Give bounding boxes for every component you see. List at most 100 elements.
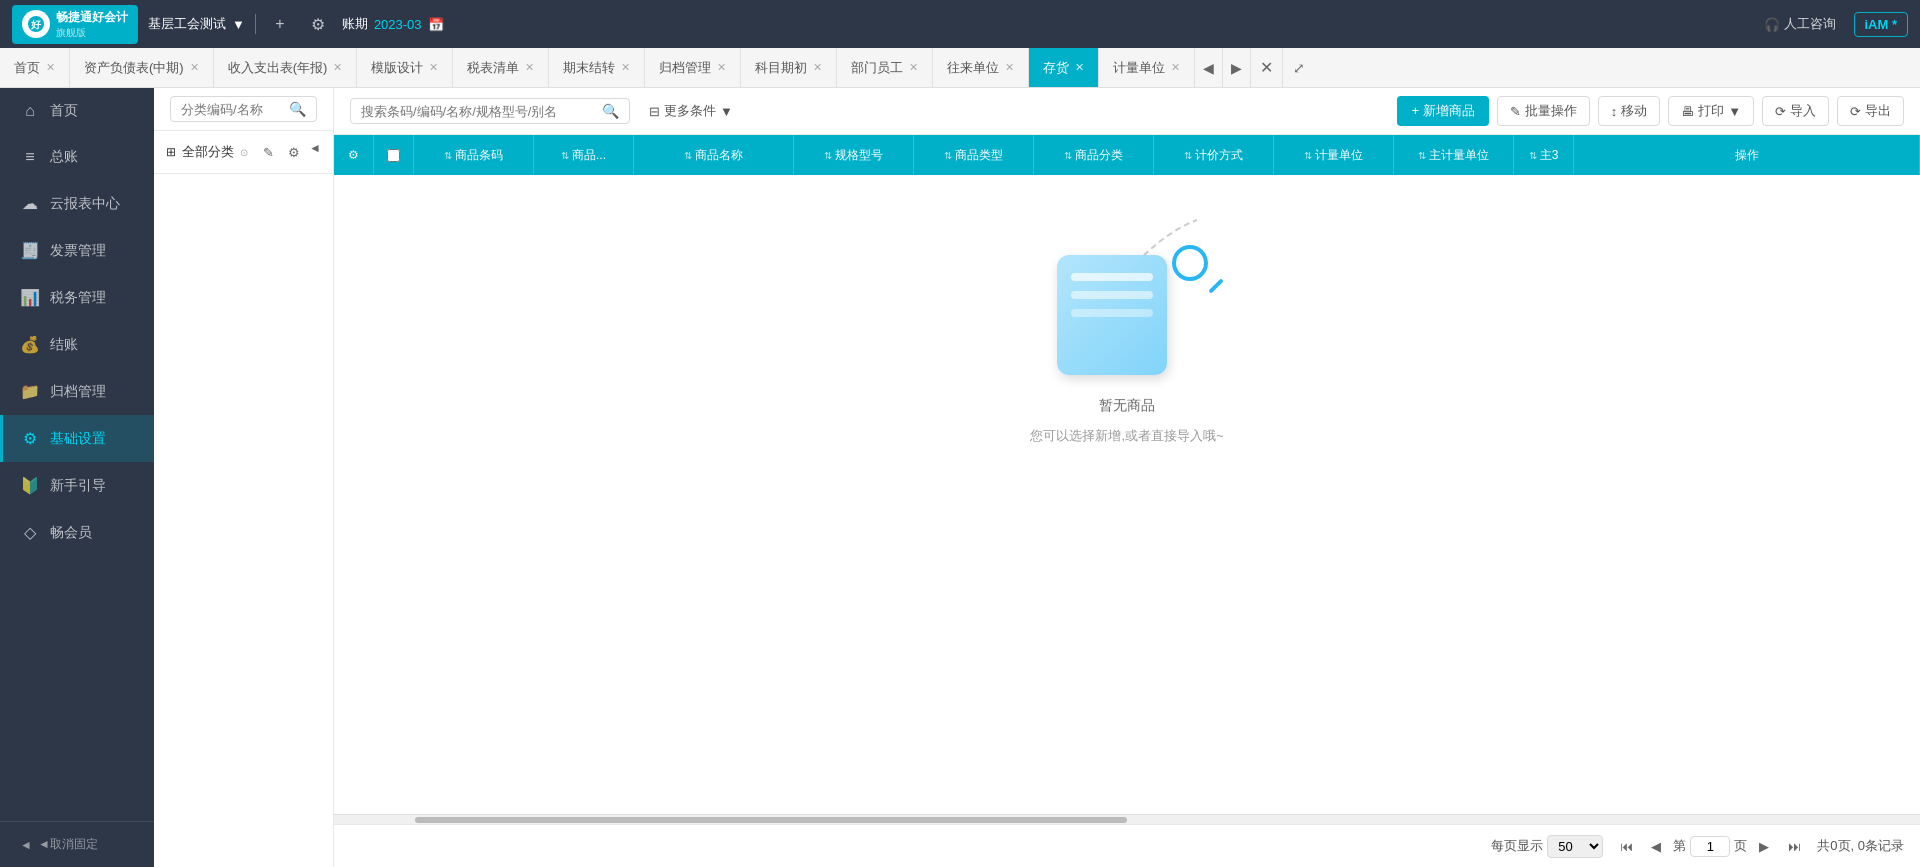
th-type[interactable]: ⇅ 商品类型 — [914, 135, 1034, 175]
product-search-box[interactable]: 🔍 — [350, 98, 630, 124]
sidebar-label-home: 首页 — [50, 102, 78, 120]
table-scrollbar[interactable] — [334, 814, 1920, 824]
tab-home[interactable]: 首页 ✕ — [0, 48, 70, 88]
product-search-icon[interactable]: 🔍 — [602, 103, 619, 119]
filter-btn[interactable]: ⊟ 更多条件 ▼ — [638, 97, 744, 125]
tab-archive[interactable]: 归档管理 ✕ — [645, 48, 741, 88]
sidebar-label-ledger: 总账 — [50, 148, 78, 166]
sort-icon3: ⇅ — [684, 150, 692, 161]
period-value[interactable]: 2023-03 — [374, 17, 422, 32]
tab-department[interactable]: 部门员工 ✕ — [837, 48, 933, 88]
batch-btn[interactable]: ✎ 批量操作 — [1497, 96, 1590, 126]
tab-balance[interactable]: 资产负债表(中期) ✕ — [70, 48, 214, 88]
close-tab-income[interactable]: ✕ — [333, 61, 342, 74]
close-tab-tax[interactable]: ✕ — [525, 61, 534, 74]
per-page-dropdown[interactable]: 2050100 — [1547, 835, 1603, 858]
print-btn[interactable]: 🖶 打印 ▼ — [1668, 96, 1754, 126]
th-spec[interactable]: ⇅ 规格型号 — [794, 135, 914, 175]
sidebar-item-guide[interactable]: 🔰 新手引导 — [0, 462, 154, 509]
th-settings[interactable]: ⚙ — [334, 135, 374, 175]
close-tab-customers[interactable]: ✕ — [1005, 61, 1014, 74]
sidebar-item-ledger[interactable]: ≡ 总账 — [0, 134, 154, 180]
account-btn[interactable]: iAM * — [1854, 12, 1909, 37]
divider1 — [255, 14, 256, 34]
sidebar-item-settlement[interactable]: 💰 结账 — [0, 321, 154, 368]
tab-bar: 首页 ✕ 资产负债表(中期) ✕ 收入支出表(年报) ✕ 模版设计 ✕ 税表清单… — [0, 48, 1920, 88]
sidebar-item-reports[interactable]: ☁ 云报表中心 — [0, 180, 154, 227]
category-search-box[interactable]: 🔍 — [170, 96, 317, 122]
tab-period-end[interactable]: 期末结转 ✕ — [549, 48, 645, 88]
sort-icon9: ⇅ — [1418, 150, 1426, 161]
close-tab-unit[interactable]: ✕ — [1171, 61, 1180, 74]
add-workspace-btn[interactable]: + — [266, 10, 294, 38]
th-name[interactable]: ⇅ 商品名称 — [634, 135, 794, 175]
tab-inventory[interactable]: 存货 ✕ — [1029, 48, 1099, 88]
page-input[interactable] — [1690, 836, 1730, 857]
select-all-checkbox[interactable] — [387, 149, 400, 162]
magnify-circle — [1172, 245, 1208, 281]
category-search-row: 🔍 — [154, 88, 333, 131]
close-tab-home[interactable]: ✕ — [46, 61, 55, 74]
th-category[interactable]: ⇅ 商品分类 — [1034, 135, 1154, 175]
tab-tax[interactable]: 税表清单 ✕ — [453, 48, 549, 88]
tab-subject[interactable]: 科目期初 ✕ — [741, 48, 837, 88]
first-page-btn[interactable]: ⏮ — [1613, 833, 1639, 859]
settings-icon[interactable]: ⚙ — [304, 10, 332, 38]
category-search-icon[interactable]: 🔍 — [289, 101, 306, 117]
workspace-selector[interactable]: 基层工会测试 ▼ — [148, 15, 245, 33]
close-tab-archive[interactable]: ✕ — [717, 61, 726, 74]
close-tab-subject[interactable]: ✕ — [813, 61, 822, 74]
tab-close-all-btn[interactable]: ✕ — [1251, 48, 1283, 88]
add-product-btn[interactable]: + 新增商品 — [1397, 96, 1488, 126]
logo-area[interactable]: 好 畅捷通好会计 旗舰版 — [12, 5, 138, 44]
tab-unit[interactable]: 计量单位 ✕ — [1099, 48, 1195, 88]
th-col3[interactable]: ⇅ 主3 — [1514, 135, 1574, 175]
doc-body — [1057, 255, 1167, 375]
tab-customers[interactable]: 往来单位 ✕ — [933, 48, 1029, 88]
tab-next-btn[interactable]: ▶ — [1223, 48, 1251, 88]
sidebar-item-tax[interactable]: 📊 税务管理 — [0, 274, 154, 321]
tab-income[interactable]: 收入支出表(年报) ✕ — [214, 48, 358, 88]
export-btn[interactable]: ⟳ 导出 — [1837, 96, 1904, 126]
sort-icon7: ⇅ — [1184, 150, 1192, 161]
category-collapse-btn[interactable]: ◄ — [309, 141, 321, 163]
svg-text:好: 好 — [30, 19, 42, 30]
tab-prev-btn[interactable]: ◀ — [1195, 48, 1223, 88]
tab-expand-btn[interactable]: ⤢ — [1283, 48, 1315, 88]
consult-btn[interactable]: 🎧 人工咨询 — [1756, 11, 1844, 37]
th-code[interactable]: ⇅ 商品... — [534, 135, 634, 175]
sidebar-label-invoice: 发票管理 — [50, 242, 106, 260]
close-tab-inventory[interactable]: ✕ — [1075, 61, 1084, 74]
scrollbar-thumb[interactable] — [415, 817, 1127, 823]
category-edit-btn[interactable]: ✎ — [257, 141, 279, 163]
sidebar-item-archives[interactable]: 📁 归档管理 — [0, 368, 154, 415]
empty-subtitle: 您可以选择新增,或者直接导入哦~ — [1030, 427, 1223, 445]
th-barcode[interactable]: ⇅ 商品条码 — [414, 135, 534, 175]
product-search-input[interactable] — [361, 104, 596, 119]
sidebar-collapse-btn[interactable]: ◄ ◄取消固定 — [0, 821, 154, 867]
th-price-method[interactable]: ⇅ 计价方式 — [1154, 135, 1274, 175]
move-btn[interactable]: ↕ 移动 — [1598, 96, 1661, 126]
close-tab-template[interactable]: ✕ — [429, 61, 438, 74]
sidebar-item-member[interactable]: ◇ 畅会员 — [0, 509, 154, 556]
th-settings-icon: ⚙ — [348, 148, 359, 162]
calendar-icon[interactable]: 📅 — [428, 17, 444, 32]
sidebar-item-home[interactable]: ⌂ 首页 — [0, 88, 154, 134]
tab-template[interactable]: 模版设计 ✕ — [357, 48, 453, 88]
close-tab-department[interactable]: ✕ — [909, 61, 918, 74]
prev-page-btn[interactable]: ◀ — [1643, 833, 1669, 859]
import-btn[interactable]: ⟳ 导入 — [1762, 96, 1829, 126]
next-page-btn[interactable]: ▶ — [1751, 833, 1777, 859]
category-search-input[interactable] — [181, 102, 283, 117]
sidebar-item-settings[interactable]: ⚙ 基础设置 — [0, 415, 154, 462]
category-all-label[interactable]: ⊞ 全部分类 ⊙ — [166, 143, 248, 161]
th-checkbox[interactable] — [374, 135, 414, 175]
sidebar-item-invoice[interactable]: 🧾 发票管理 — [0, 227, 154, 274]
close-tab-period-end[interactable]: ✕ — [621, 61, 630, 74]
th-main-unit[interactable]: ⇅ 主计量单位 — [1394, 135, 1514, 175]
th-unit[interactable]: ⇅ 计量单位 — [1274, 135, 1394, 175]
last-page-btn[interactable]: ⏭ — [1781, 833, 1807, 859]
category-settings-btn[interactable]: ⚙ — [283, 141, 305, 163]
workspace-label: 基层工会测试 — [148, 15, 226, 33]
close-tab-balance[interactable]: ✕ — [190, 61, 199, 74]
